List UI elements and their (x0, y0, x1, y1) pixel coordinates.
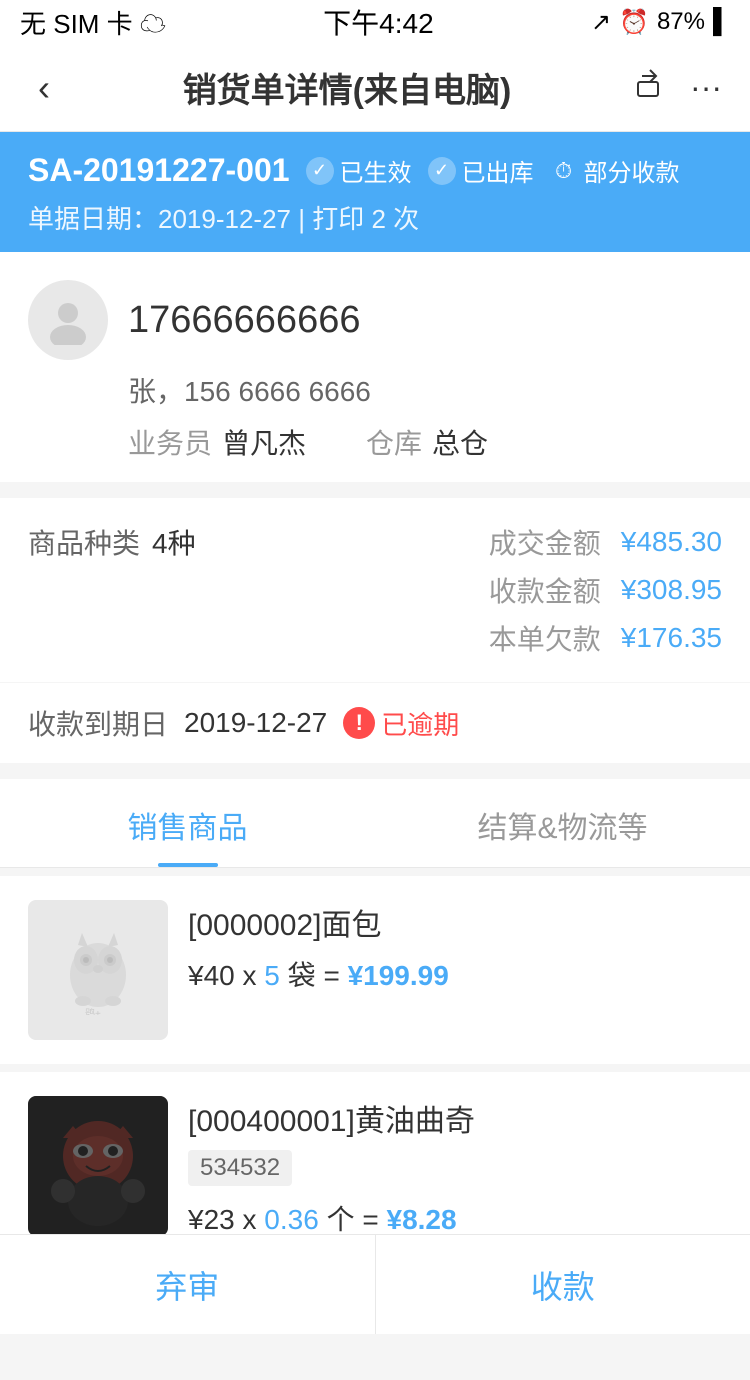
overdue-badge: ! 已逾期 (343, 705, 459, 742)
overdue-text: 已逾期 (381, 705, 459, 742)
divider-2 (0, 763, 750, 771)
page-title: 销货单详情(来自电脑) (183, 63, 512, 112)
product-sku-2: 534532 (188, 1150, 292, 1186)
location-icon: ↗ (591, 8, 611, 37)
tabs-row: 销售商品 结算&物流等 (0, 779, 750, 868)
product-item: 鸮+ [0000002]面包 ¥40 x 5 袋 = ¥199.99 (0, 876, 750, 1064)
customer-phone: 17666666666 (128, 299, 360, 342)
share-icon[interactable] (634, 68, 666, 108)
receipt-amount: ¥308.95 (621, 574, 722, 606)
status-bar: 无 SIM 卡 ☁ 下午4:42 ↗ ⏰ 87% ▌ (0, 0, 750, 44)
debt-amount: ¥176.35 (621, 622, 722, 654)
status-partial: ⏱ 部分收款 (550, 153, 680, 188)
overdue-icon: ! (343, 707, 375, 739)
check-delivered-icon: ✓ (428, 157, 456, 185)
product-type-count: 4种 (152, 522, 196, 562)
bottom-bar: 弃审 收款 (0, 1234, 750, 1334)
tabs-section: 销售商品 结算&物流等 (0, 779, 750, 868)
status-effective: ✓ 已生效 (306, 153, 412, 188)
product-image-2 (28, 1096, 168, 1236)
status-delivered: ✓ 已出库 (428, 153, 534, 188)
due-date: 2019-12-27 (184, 707, 327, 739)
warehouse-label: 仓库 (366, 422, 422, 462)
tab-settlement[interactable]: 结算&物流等 (375, 779, 750, 867)
more-icon[interactable]: ··· (690, 69, 722, 106)
debt-label: 本单欠款 (489, 618, 601, 658)
status-left: 无 SIM 卡 ☁ (20, 4, 166, 41)
check-effective-icon: ✓ (306, 157, 334, 185)
svg-text:鸮+: 鸮+ (85, 1007, 101, 1015)
customer-sub-info: 张，156 6666 6666 (128, 370, 722, 410)
product-image-1: 鸮+ (28, 900, 168, 1040)
deal-amount: ¥485.30 (621, 526, 722, 558)
product-price-1: ¥40 x 5 袋 = ¥199.99 (188, 954, 722, 994)
product-type-label: 商品种类 (28, 522, 140, 562)
order-id: SA-20191227-001 (28, 152, 290, 189)
divider-1 (0, 482, 750, 498)
back-button[interactable]: ‹ (28, 57, 60, 119)
clock-icon: ⏱ (550, 157, 578, 185)
order-header: SA-20191227-001 ✓ 已生效 ✓ 已出库 ⏱ 部分收款 单据日期：… (0, 132, 750, 252)
receipt-label: 收款金额 (489, 570, 601, 610)
tab-sales-products[interactable]: 销售商品 (0, 779, 375, 867)
confirm-button[interactable]: 收款 (376, 1235, 750, 1334)
product-price-2: ¥23 x 0.36 个 = ¥8.28 (188, 1198, 722, 1238)
product-info-2: [000400001]黄油曲奇 534532 ¥23 x 0.36 个 = ¥8… (188, 1096, 722, 1238)
avatar (28, 280, 108, 360)
customer-section: 17666666666 张，156 6666 6666 业务员 曾凡杰 仓库 总… (0, 252, 750, 482)
product-name-2: [000400001]黄油曲奇 (188, 1096, 722, 1140)
nav-actions: ··· (634, 68, 722, 108)
due-label: 收款到期日 (28, 703, 168, 743)
status-time: 下午4:42 (323, 2, 434, 42)
sales-name: 曾凡杰 (222, 422, 306, 462)
product-info-1: [0000002]面包 ¥40 x 5 袋 = ¥199.99 (188, 900, 722, 994)
deal-label: 成交金额 (489, 522, 601, 562)
alarm-icon: ⏰ (619, 8, 649, 37)
warehouse-name: 总仓 (432, 422, 488, 462)
summary-section: 商品种类 4种 成交金额 ¥485.30 收款金额 ¥308.95 本单欠款 ¥… (0, 498, 750, 682)
nav-bar: ‹ 销货单详情(来自电脑) ··· (0, 44, 750, 132)
cancel-button[interactable]: 弃审 (0, 1235, 376, 1334)
status-right: ↗ ⏰ 87% ▌ (591, 8, 730, 37)
due-section: 收款到期日 2019-12-27 ! 已逾期 (0, 683, 750, 763)
product-name-1: [0000002]面包 (188, 900, 722, 944)
battery-icon: ▌ (713, 8, 730, 36)
battery-text: 87% (657, 8, 705, 36)
customer-meta: 业务员 曾凡杰 仓库 总仓 (128, 422, 722, 462)
sales-label: 业务员 (128, 422, 212, 462)
order-date-row: 单据日期：2019-12-27 | 打印 2 次 (28, 199, 722, 236)
